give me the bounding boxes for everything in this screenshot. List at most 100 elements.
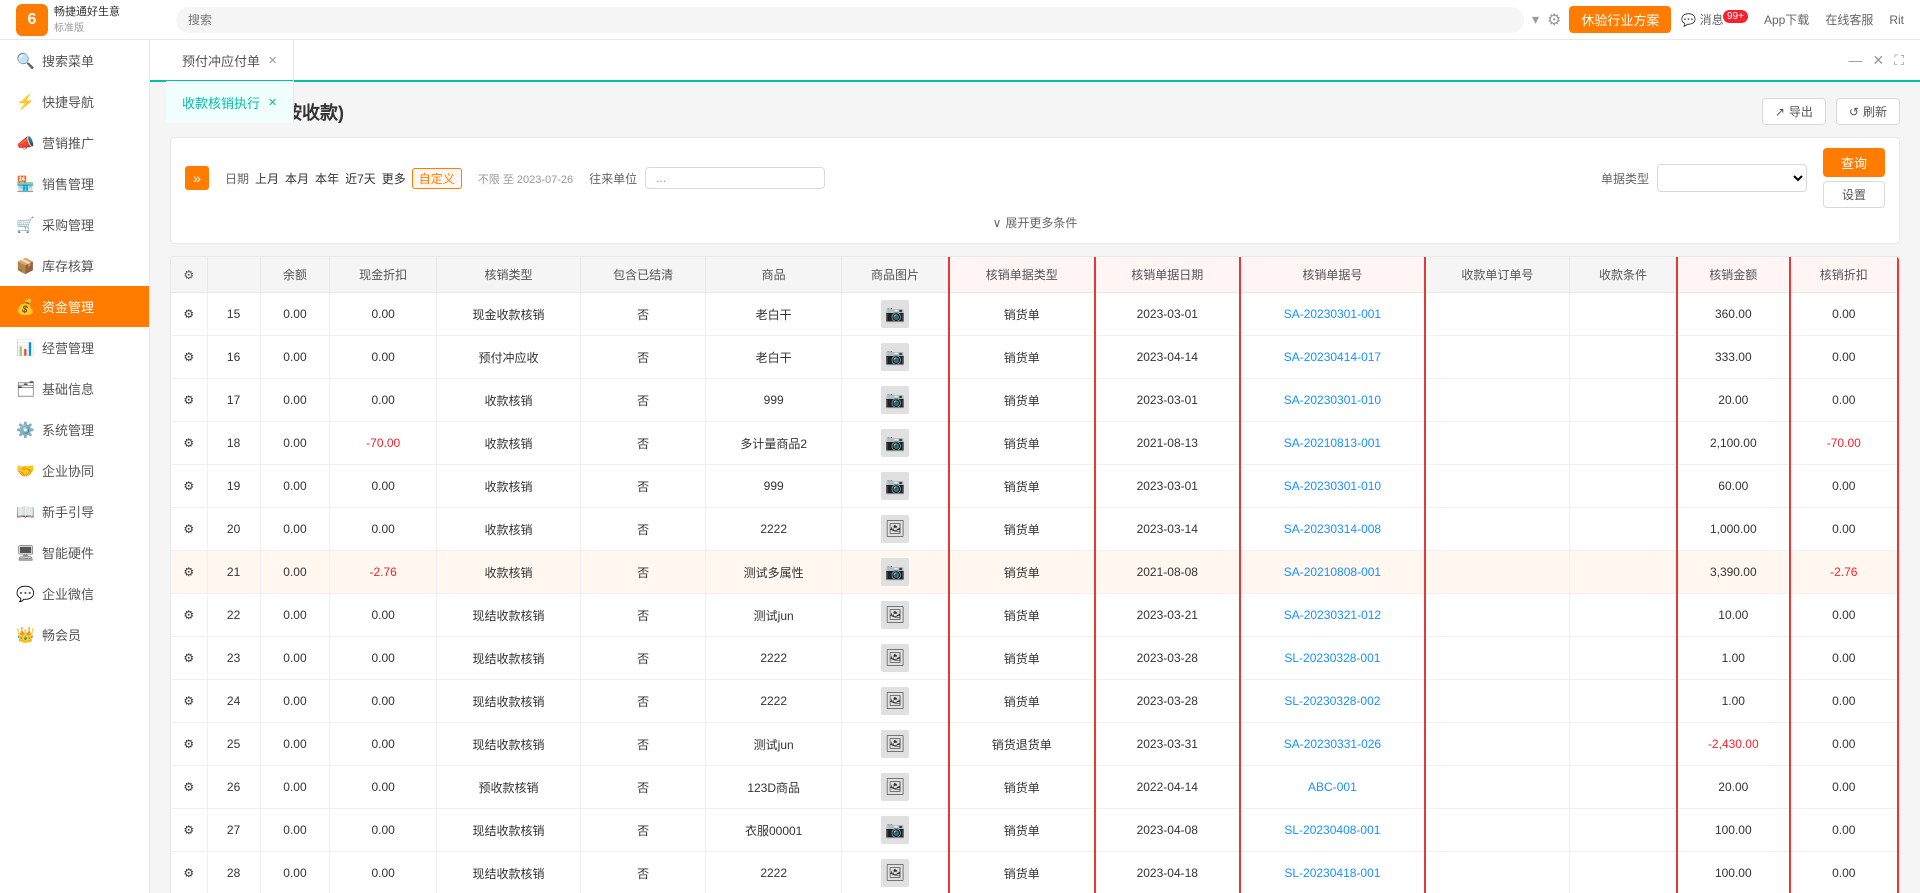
date-more[interactable]: 更多 xyxy=(382,170,406,187)
sidebar-item-quick[interactable]: ⚡ 快捷导航 xyxy=(0,81,149,122)
row-settings[interactable]: ⚙ xyxy=(171,551,207,594)
quick-icon: ⚡ xyxy=(16,93,34,111)
search-icon: 🔍 xyxy=(16,52,34,70)
cell-included: 否 xyxy=(581,637,706,680)
sidebar-item-enterprise[interactable]: 🤝企业协同 xyxy=(0,450,149,491)
cell-bill_no[interactable]: SA-20230301-010 xyxy=(1240,465,1425,508)
filter-expand-button[interactable]: » xyxy=(185,166,209,190)
cell-discount: 0.00 xyxy=(330,852,437,893)
row-settings[interactable]: ⚙ xyxy=(171,336,207,379)
export-button[interactable]: ↗ 导出 xyxy=(1762,98,1826,125)
sidebar-item-member[interactable]: 👑畅会员 xyxy=(0,614,149,655)
table-row: ⚙210.00-2.76收款核销否测试多属性📷销货单2021-08-08SA-2… xyxy=(171,551,1898,594)
cell-bill_no[interactable]: SL-20230328-002 xyxy=(1240,680,1425,723)
cell-bill_type: 销货单 xyxy=(949,379,1094,422)
date-this-year[interactable]: 本年 xyxy=(315,170,339,187)
cell-included: 否 xyxy=(581,465,706,508)
query-button[interactable]: 查询 xyxy=(1823,148,1885,177)
date-custom[interactable]: 自定义 xyxy=(412,168,462,189)
cell-receipt_order_no xyxy=(1425,336,1570,379)
row-settings[interactable]: ⚙ xyxy=(171,809,207,852)
row-settings[interactable]: ⚙ xyxy=(171,465,207,508)
cell-bill_type: 销货单 xyxy=(949,637,1094,680)
date-this-month[interactable]: 本月 xyxy=(285,170,309,187)
sidebar-item-label: 快捷导航 xyxy=(42,92,94,111)
cell-bill_no[interactable]: SL-20230328-001 xyxy=(1240,637,1425,680)
cell-bill_no[interactable]: SA-20230314-008 xyxy=(1240,508,1425,551)
counterpart-label: 往来单位 xyxy=(589,170,637,187)
tab-expand-icon[interactable]: ⛶ xyxy=(1894,52,1904,69)
close-tab-prepay[interactable]: ✕ xyxy=(268,54,277,67)
sidebar-item-wechat[interactable]: 💬企业微信 xyxy=(0,573,149,614)
row-settings[interactable]: ⚙ xyxy=(171,379,207,422)
tab-prepay[interactable]: 预付冲应付单✕ xyxy=(166,40,294,81)
cell-bill_no[interactable]: SA-20230301-001 xyxy=(1240,293,1425,336)
cell-included: 否 xyxy=(581,379,706,422)
cell-bill_no[interactable]: ABC-001 xyxy=(1240,766,1425,809)
sidebar-item-basic[interactable]: 🗂基础信息 xyxy=(0,368,149,409)
date-7days[interactable]: 近7天 xyxy=(345,170,376,187)
counterpart-input[interactable]: ... xyxy=(645,167,825,189)
date-label: 日期 xyxy=(225,170,249,187)
bill-type-select[interactable] xyxy=(1657,164,1807,192)
app-download-link[interactable]: App下载 xyxy=(1764,11,1809,28)
row-settings[interactable]: ⚙ xyxy=(171,852,207,893)
row-settings[interactable]: ⚙ xyxy=(171,723,207,766)
row-settings[interactable]: ⚙ xyxy=(171,293,207,336)
expand-more-button[interactable]: ∨ 展开更多条件 xyxy=(185,208,1885,233)
col-settings[interactable]: ⚙ xyxy=(171,257,207,293)
cell-receipt_order_no xyxy=(1425,379,1570,422)
sidebar-item-purchase[interactable]: 🛒采购管理 xyxy=(0,204,149,245)
cell-bill_no[interactable]: SA-20230301-010 xyxy=(1240,379,1425,422)
sidebar-item-sales[interactable]: 🏪销售管理 xyxy=(0,163,149,204)
cell-bill_no[interactable]: SA-20230414-017 xyxy=(1240,336,1425,379)
online-service-link[interactable]: 在线客服 xyxy=(1825,11,1873,28)
sidebar-item-inventory[interactable]: 📦库存核算 xyxy=(0,245,149,286)
table-row: ⚙240.000.00现结收款核销否2222🖼销货单2023-03-28SL-2… xyxy=(171,680,1898,723)
sidebar-item-hardware[interactable]: 🖥智能硬件 xyxy=(0,532,149,573)
table-row: ⚙200.000.00收款核销否2222🖼销货单2023-03-14SA-202… xyxy=(171,508,1898,551)
row-settings[interactable]: ⚙ xyxy=(171,594,207,637)
cell-index: 23 xyxy=(207,637,260,680)
dropdown-icon[interactable]: ▾ xyxy=(1532,11,1539,28)
cell-write_off_amount: 360.00 xyxy=(1677,293,1790,336)
sidebar-item-system[interactable]: ⚙️系统管理 xyxy=(0,409,149,450)
cell-bill_no[interactable]: SA-20230321-012 xyxy=(1240,594,1425,637)
tab-close-icon[interactable]: ✕ xyxy=(1872,52,1884,69)
row-settings[interactable]: ⚙ xyxy=(171,422,207,465)
solution-button[interactable]: 休验行业方案 xyxy=(1569,6,1671,33)
row-settings[interactable]: ⚙ xyxy=(171,680,207,723)
sidebar-item-label: 基础信息 xyxy=(42,379,94,398)
sidebar-item-finance[interactable]: 💰资金管理 xyxy=(0,286,149,327)
date-last-month[interactable]: 上月 xyxy=(255,170,279,187)
cell-write_off_amount: 1,000.00 xyxy=(1677,508,1790,551)
row-settings[interactable]: ⚙ xyxy=(171,508,207,551)
user-name[interactable]: Rit xyxy=(1889,13,1904,27)
tab-minimize-icon[interactable]: — xyxy=(1848,52,1862,68)
cell-bill_no[interactable]: SA-20210808-001 xyxy=(1240,551,1425,594)
system-icon: ⚙️ xyxy=(16,421,34,439)
cell-bill_no[interactable]: SA-20210813-001 xyxy=(1240,422,1425,465)
sidebar-item-search[interactable]: 🔍搜索菜单 xyxy=(0,40,149,81)
row-settings[interactable]: ⚙ xyxy=(171,637,207,680)
sidebar-item-guide[interactable]: 📖新手引导 xyxy=(0,491,149,532)
wechat-icon: 💬 xyxy=(16,585,34,603)
settings-icon[interactable]: ⚙ xyxy=(1547,10,1561,30)
cell-bill_date: 2021-08-08 xyxy=(1095,551,1240,594)
close-tab-receipt[interactable]: ✕ xyxy=(268,96,277,109)
cell-balance: 0.00 xyxy=(260,680,330,723)
cell-bill_no[interactable]: SL-20230418-001 xyxy=(1240,852,1425,893)
setting-button[interactable]: 设置 xyxy=(1823,181,1885,208)
cell-bill_no[interactable]: SA-20230331-026 xyxy=(1240,723,1425,766)
top-search-input[interactable] xyxy=(176,7,1524,33)
row-settings[interactable]: ⚙ xyxy=(171,766,207,809)
refresh-button[interactable]: ↺ 刷新 xyxy=(1836,98,1900,125)
cell-discount: 0.00 xyxy=(330,809,437,852)
message-area[interactable]: 💬 消息 99+ xyxy=(1681,11,1748,28)
cell-bill_no[interactable]: SL-20230408-001 xyxy=(1240,809,1425,852)
tab-receipt[interactable]: 收款核销执行✕ xyxy=(166,81,294,123)
sidebar-item-operations[interactable]: 📊经营管理 xyxy=(0,327,149,368)
cell-bill_type: 销货单 xyxy=(949,809,1094,852)
sidebar-item-marketing[interactable]: 📣营销推广 xyxy=(0,122,149,163)
col-header-index xyxy=(207,257,260,293)
